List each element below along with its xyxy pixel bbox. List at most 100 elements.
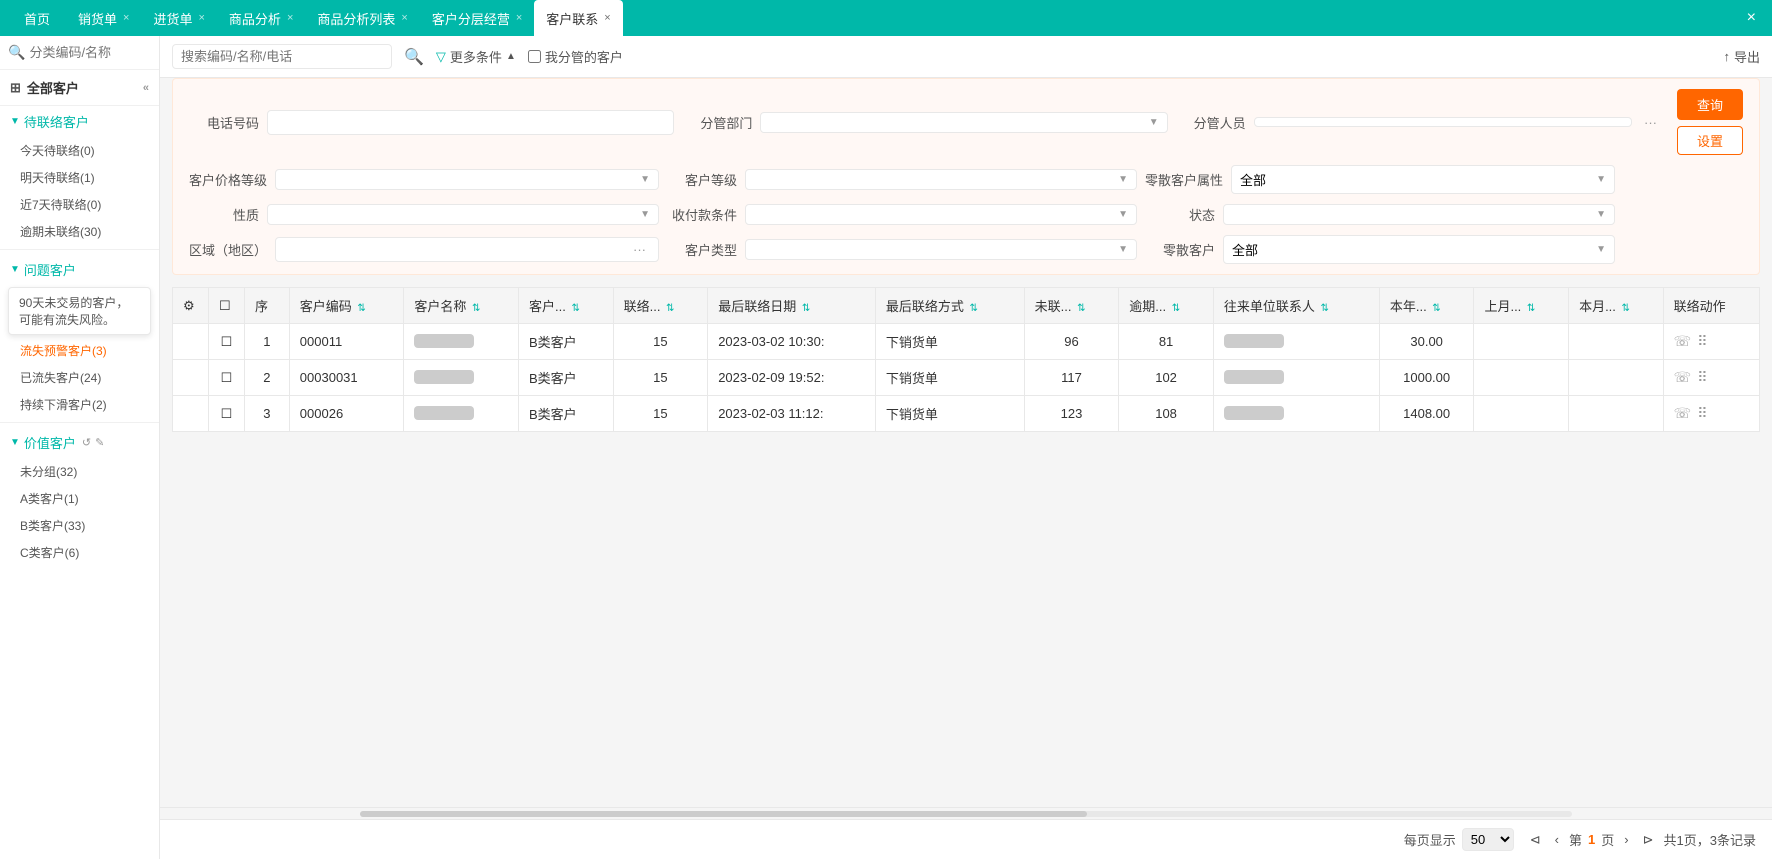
main-layout: 🔍 ⊞ 全部客户 « ▼ 待联络客户 今天待联络(0) 明天待联络(1) 近7天… [0, 36, 1772, 859]
horizontal-scrollbar[interactable] [160, 807, 1772, 819]
phone-icon-2[interactable]: ☏ [1674, 369, 1692, 386]
th-overdue[interactable]: 逾期... ⇅ [1119, 288, 1214, 324]
search-button[interactable]: 🔍 [404, 47, 424, 67]
filter-select-dept[interactable]: ▼ [760, 112, 1167, 133]
sidebar-search-input[interactable] [29, 45, 151, 60]
last-page-button[interactable]: ⊳ [1639, 832, 1658, 848]
sidebar-item-class-a[interactable]: A类客户(1) [0, 485, 159, 512]
refresh-icon[interactable]: ↺ [82, 436, 91, 449]
filter-select-region[interactable]: ··· [275, 237, 659, 262]
filter-select-person[interactable] [1254, 117, 1632, 127]
th-this-month[interactable]: 本月... ⇅ [1569, 288, 1664, 324]
phone-icon-3[interactable]: ☏ [1674, 405, 1692, 422]
th-uncontacted[interactable]: 未联... ⇅ [1024, 288, 1119, 324]
sidebar-group-problem[interactable]: ▼ 问题客户 [0, 254, 159, 285]
search-input[interactable] [172, 44, 392, 69]
filter-select-scattered-cust[interactable]: 全部 ▼ [1223, 235, 1615, 264]
edit-icon[interactable]: ✎ [95, 436, 104, 449]
tab-sales-order[interactable]: 销货单 × [66, 0, 141, 36]
query-button[interactable]: 查询 [1677, 89, 1743, 120]
phone-icon-1[interactable]: ☏ [1674, 333, 1692, 350]
sidebar-item-churn-warning[interactable]: 流失预警客户(3) [0, 337, 159, 364]
close-product-analysis-icon[interactable]: × [287, 12, 293, 24]
close-all-button[interactable]: × [1739, 9, 1764, 27]
sidebar-item-today-pending[interactable]: 今天待联络(0) [0, 137, 159, 164]
tab-home[interactable]: 首页 [8, 0, 66, 36]
filter-select-status[interactable]: ▼ [1223, 204, 1615, 225]
first-page-button[interactable]: ⊲ [1526, 832, 1545, 848]
td-index-2: 2 [245, 360, 290, 396]
more-conditions-button[interactable]: ▽ 更多条件 ▲ [436, 47, 516, 66]
sidebar-item-class-c[interactable]: C类客户(6) [0, 539, 159, 566]
sidebar-item-ungrouped[interactable]: 未分组(32) [0, 458, 159, 485]
sidebar-item-7days-pending[interactable]: 近7天待联络(0) [0, 191, 159, 218]
td-last-method-1[interactable]: 下销货单 [875, 324, 1024, 360]
next-page-button[interactable]: › [1620, 832, 1632, 847]
th-last-date[interactable]: 最后联络日期 ⇅ [708, 288, 876, 324]
tab-customer-contact[interactable]: 客户联系 × [534, 0, 622, 36]
filter-select-payment[interactable]: ▼ [745, 204, 1137, 225]
td-checkbox-2[interactable]: ☐ [209, 360, 245, 396]
my-customers-checkbox[interactable] [528, 50, 541, 63]
filter-select-cust-type[interactable]: ▼ [745, 239, 1137, 260]
close-customer-segment-icon[interactable]: × [516, 12, 522, 24]
tab-product-analysis[interactable]: 商品分析 × [217, 0, 305, 36]
td-last-method-2[interactable]: 下销货单 [875, 360, 1024, 396]
total-info: 共1页，3条记录 [1664, 830, 1756, 849]
sidebar-item-overdue-pending[interactable]: 逾期未联络(30) [0, 218, 159, 245]
filter-dots-person[interactable]: ··· [1640, 115, 1661, 130]
th-settings[interactable]: ⚙ [173, 288, 209, 324]
more-action-icon-1[interactable]: ⠿ [1697, 333, 1707, 350]
th-contact-person[interactable]: 往来单位联系人 ⇅ [1213, 288, 1379, 324]
tab-product-analysis-list[interactable]: 商品分析列表 × [305, 0, 419, 36]
filter-select-cust-level[interactable]: ▼ [745, 169, 1137, 190]
sidebar-all-customers[interactable]: ⊞ 全部客户 « [0, 70, 159, 106]
filter-input-phone[interactable] [267, 110, 674, 135]
td-last-method-3[interactable]: 下销货单 [875, 396, 1024, 432]
link-last-method-3[interactable]: 下销货单 [886, 407, 938, 422]
th-this-year[interactable]: 本年... ⇅ [1379, 288, 1474, 324]
link-last-method-1[interactable]: 下销货单 [886, 335, 938, 350]
more-action-icon-3[interactable]: ⠿ [1697, 405, 1707, 422]
sidebar-group-value[interactable]: ▼ 价值客户 ↺ ✎ [0, 427, 159, 458]
tab-purchase-order[interactable]: 进货单 × [141, 0, 216, 36]
td-checkbox-3[interactable]: ☐ [209, 396, 245, 432]
filter-select-price-level[interactable]: ▼ [275, 169, 659, 190]
th-checkbox[interactable]: ☐ [209, 288, 245, 324]
filter-label-region: 区域（地区） [189, 240, 267, 259]
th-type[interactable]: 客户... ⇅ [518, 288, 613, 324]
th-contact[interactable]: 联络... ⇅ [613, 288, 708, 324]
td-last-date-3: 2023-02-03 11:12: [708, 396, 876, 432]
filter-row-1: 电话号码 分管部门 ▼ 分管人员 ··· [189, 89, 1743, 155]
action-icons-3: ☏ ⠿ [1674, 405, 1749, 422]
per-page-select[interactable]: 50 20 100 [1462, 828, 1514, 851]
th-code[interactable]: 客户编码 ⇅ [289, 288, 404, 324]
tab-customer-segment[interactable]: 客户分层经营 × [420, 0, 534, 36]
close-product-analysis-list-icon[interactable]: × [401, 12, 407, 24]
filter-dots-region[interactable]: ··· [629, 242, 650, 257]
sidebar-item-class-b[interactable]: B类客户(33) [0, 512, 159, 539]
more-action-icon-2[interactable]: ⠿ [1697, 369, 1707, 386]
sidebar-item-tomorrow-pending[interactable]: 明天待联络(1) [0, 164, 159, 191]
scrollbar-thumb[interactable] [360, 811, 1087, 817]
th-name[interactable]: 客户名称 ⇅ [404, 288, 519, 324]
sidebar-item-declining[interactable]: 持续下滑客户(2) [0, 391, 159, 418]
close-purchase-order-icon[interactable]: × [198, 12, 204, 24]
filter-select-scattered-attr[interactable]: 全部 ▼ [1231, 165, 1615, 194]
sidebar-item-churned[interactable]: 已流失客户(24) [0, 364, 159, 391]
settings-button[interactable]: 设置 [1677, 126, 1743, 155]
close-customer-contact-icon[interactable]: × [604, 12, 610, 24]
scrollbar-track[interactable] [360, 811, 1572, 817]
blurred-name-1 [414, 334, 474, 348]
sidebar-group-pending[interactable]: ▼ 待联络客户 [0, 106, 159, 137]
link-last-method-2[interactable]: 下销货单 [886, 371, 938, 386]
filter-select-nature[interactable]: ▼ [267, 204, 659, 225]
export-button[interactable]: ↑ 导出 [1723, 47, 1760, 66]
prev-page-button[interactable]: ‹ [1551, 832, 1563, 847]
collapse-icon[interactable]: « [143, 82, 149, 94]
th-last-method[interactable]: 最后联络方式 ⇅ [875, 288, 1024, 324]
close-sales-order-icon[interactable]: × [123, 12, 129, 24]
th-last-month[interactable]: 上月... ⇅ [1474, 288, 1569, 324]
td-checkbox-1[interactable]: ☐ [209, 324, 245, 360]
filter-label-nature: 性质 [189, 205, 259, 224]
